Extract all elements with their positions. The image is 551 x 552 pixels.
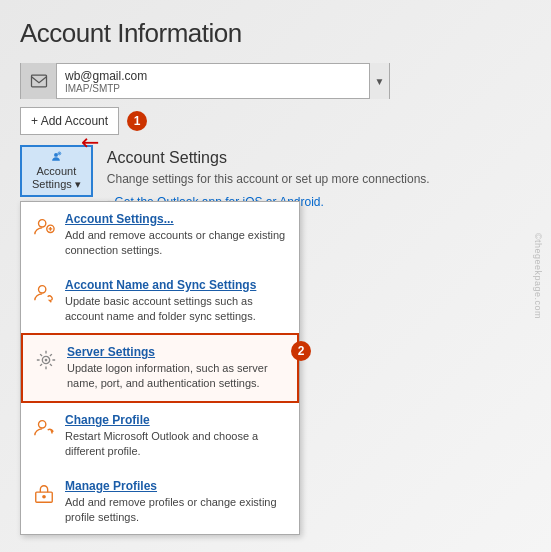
change-profile-icon <box>31 415 57 441</box>
page-title: Account Information <box>20 18 531 49</box>
manage-profiles-icon <box>31 481 57 507</box>
dropdown-item-sync-settings-desc: Update basic account settings such as ac… <box>65 294 289 324</box>
dropdown-item-server-settings-title: Server Settings <box>67 345 287 359</box>
settings-area: ↙ AccountSettings ▾ <box>20 145 531 214</box>
dropdown-item-manage-profiles-desc: Add and remove profiles or change existi… <box>65 495 289 525</box>
svg-point-1 <box>54 153 58 157</box>
account-info: wb@gmail.com IMAP/SMTP <box>57 67 369 96</box>
svg-point-8 <box>39 421 46 428</box>
svg-point-7 <box>45 359 48 362</box>
dropdown-item-manage-profiles-content: Manage Profiles Add and remove profiles … <box>65 479 289 525</box>
svg-point-3 <box>39 220 46 227</box>
server-settings-icon <box>33 347 59 373</box>
svg-point-10 <box>42 495 46 499</box>
dropdown-item-change-profile-content: Change Profile Restart Microsoft Outlook… <box>65 413 289 459</box>
account-selector-arrow[interactable]: ▼ <box>369 63 389 99</box>
account-settings-btn-icon <box>44 151 68 163</box>
account-settings-icon <box>31 214 57 240</box>
dropdown-item-change-profile-title: Change Profile <box>65 413 289 427</box>
dropdown-item-server-settings-desc: Update logon information, such as server… <box>67 361 287 391</box>
dropdown-item-change-profile-desc: Restart Microsoft Outlook and choose a d… <box>65 429 289 459</box>
account-email: wb@gmail.com <box>65 69 361 83</box>
dropdown-menu: Account Settings... Add and remove accou… <box>20 201 300 535</box>
account-selector[interactable]: wb@gmail.com IMAP/SMTP ▼ <box>20 63 390 99</box>
left-column: ↙ AccountSettings ▾ <box>20 145 93 214</box>
svg-point-5 <box>39 285 46 292</box>
sync-settings-icon <box>31 280 57 306</box>
dropdown-item-sync-settings-title: Account Name and Sync Settings <box>65 278 289 292</box>
account-settings-btn-label: AccountSettings ▾ <box>32 165 81 191</box>
dropdown-item-account-settings-title: Account Settings... <box>65 212 289 226</box>
svg-rect-0 <box>31 75 46 87</box>
info-panel-title: Account Settings <box>107 149 531 167</box>
dropdown-item-sync-settings-content: Account Name and Sync Settings Update ba… <box>65 278 289 324</box>
add-account-label: + Add Account <box>31 114 108 128</box>
dropdown-item-account-settings-content: Account Settings... Add and remove accou… <box>65 212 289 258</box>
watermark: ©thegeekpage.com <box>533 233 543 319</box>
info-panel-description: Change settings for this account or set … <box>107 171 531 188</box>
account-type: IMAP/SMTP <box>65 83 361 94</box>
dropdown-item-server-settings-content: Server Settings Update logon information… <box>67 345 287 391</box>
dropdown-item-account-settings-desc: Add and remove accounts or change existi… <box>65 228 289 258</box>
account-settings-button[interactable]: ↙ AccountSettings ▾ <box>20 145 93 197</box>
step-badge-1: 1 <box>127 111 147 131</box>
dropdown-item-change-profile[interactable]: Change Profile Restart Microsoft Outlook… <box>21 403 299 469</box>
dropdown-item-account-settings[interactable]: Account Settings... Add and remove accou… <box>21 202 299 268</box>
dropdown-item-sync-settings[interactable]: Account Name and Sync Settings Update ba… <box>21 268 299 334</box>
dropdown-item-manage-profiles-title: Manage Profiles <box>65 479 289 493</box>
add-account-button[interactable]: + Add Account <box>20 107 119 135</box>
dropdown-item-server-settings[interactable]: Server Settings Update logon information… <box>21 333 299 403</box>
account-icon <box>21 63 57 99</box>
dropdown-item-manage-profiles[interactable]: Manage Profiles Add and remove profiles … <box>21 469 299 535</box>
